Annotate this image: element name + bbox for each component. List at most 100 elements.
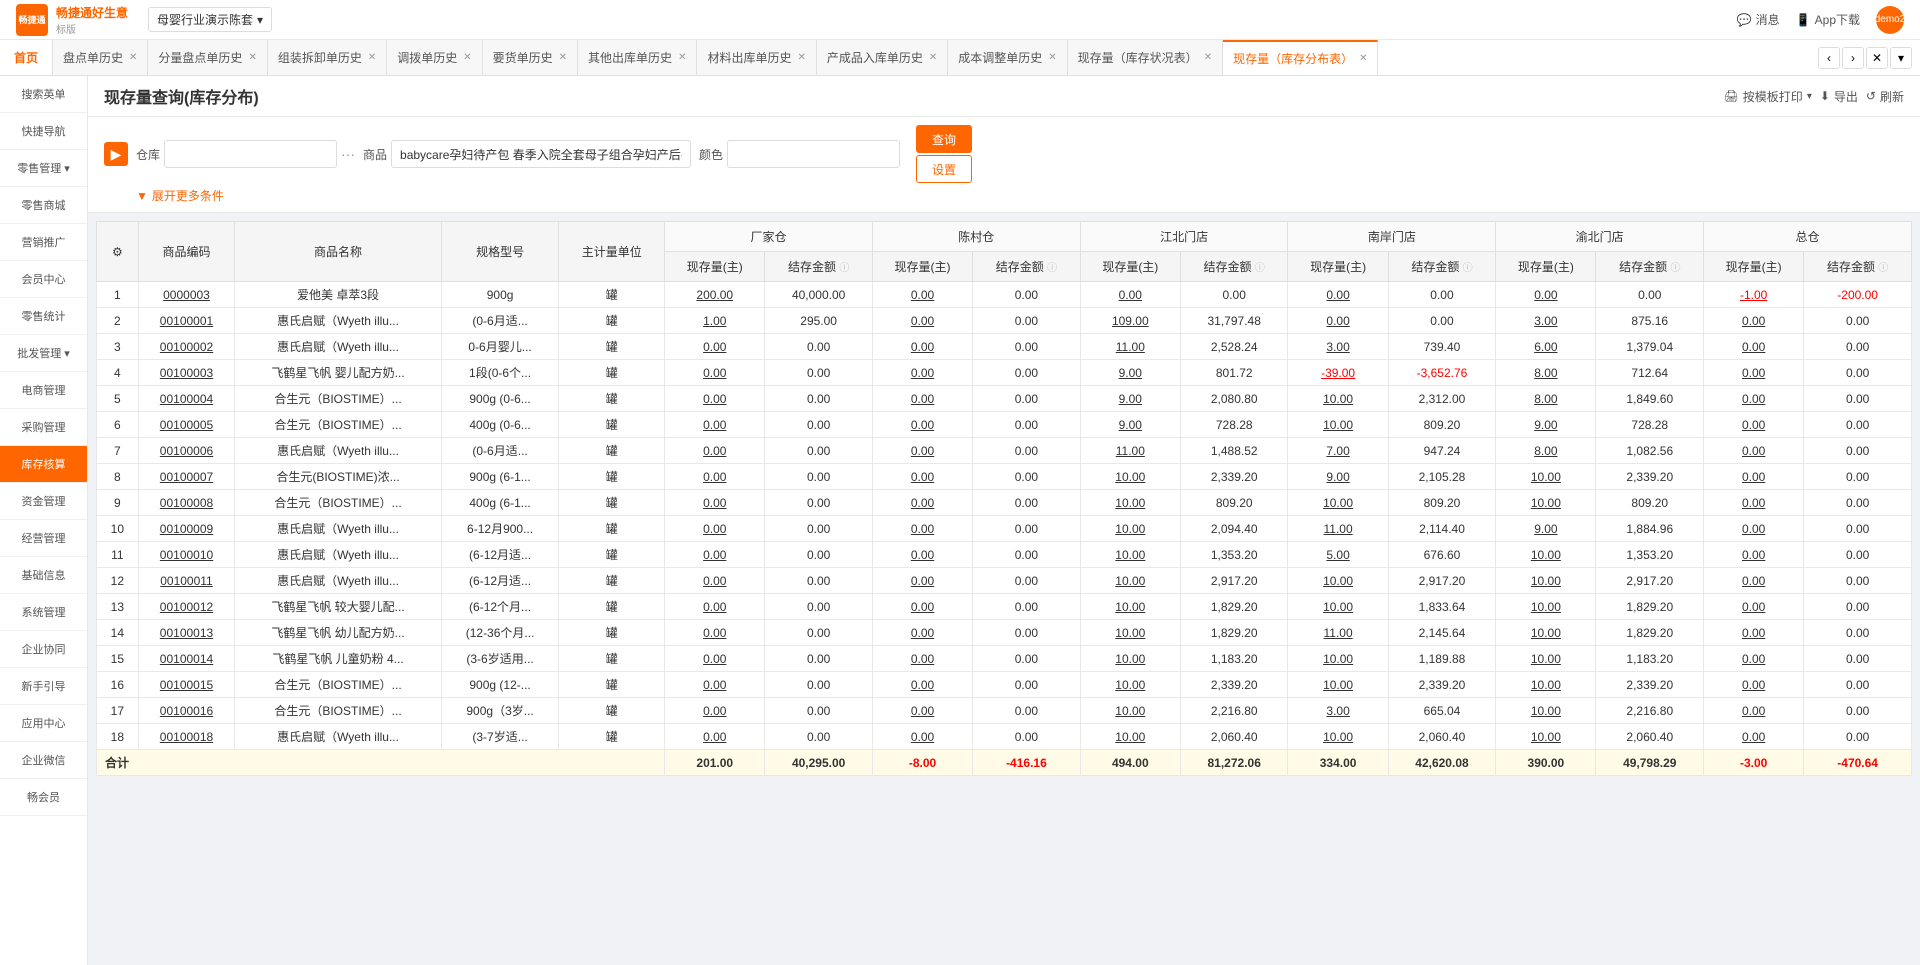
cell-code-row-8[interactable]: 00100007 [138, 464, 235, 490]
cell-factory-cur-row-1[interactable]: 200.00 [665, 282, 765, 308]
cell-total-cur-row-13[interactable]: 0.00 [1704, 594, 1804, 620]
cell-nanan-cur-row-9[interactable]: 10.00 [1288, 490, 1388, 516]
settings-btn[interactable]: 设置 [916, 155, 972, 183]
cell-factory-cur-row-10[interactable]: 0.00 [665, 516, 765, 542]
cell-nanan-cur-row-6[interactable]: 10.00 [1288, 412, 1388, 438]
cell-jiangbei-cur-row-3[interactable]: 11.00 [1080, 334, 1180, 360]
cell-jiangbei-cur-row-13[interactable]: 10.00 [1080, 594, 1180, 620]
cell-code-row-4[interactable]: 00100003 [138, 360, 235, 386]
cell-code-row-11[interactable]: 00100010 [138, 542, 235, 568]
sidebar-item-purchase[interactable]: 采购管理 [0, 409, 87, 446]
warehouse-ellipsis[interactable]: ··· [341, 146, 355, 162]
cell-code-row-12[interactable]: 00100011 [138, 568, 235, 594]
sidebar-item-retail_mgmt[interactable]: 零售管理 ▾ [0, 150, 87, 187]
cell-factory-cur-row-17[interactable]: 0.00 [665, 698, 765, 724]
cell-chengguan-cur-row-14[interactable]: 0.00 [872, 620, 972, 646]
sidebar-item-membership[interactable]: 会员中心 [0, 261, 87, 298]
warehouse-input[interactable] [164, 140, 337, 168]
sidebar-item-quicknav[interactable]: 快捷导航 [0, 113, 87, 150]
cell-chengguan-cur-row-2[interactable]: 0.00 [872, 308, 972, 334]
tab-product_in[interactable]: 产成品入库单历史✕ [817, 40, 948, 76]
cell-jiangbei-cur-row-8[interactable]: 10.00 [1080, 464, 1180, 490]
messages-btn[interactable]: 💬 消息 [1737, 11, 1780, 28]
sidebar-item-retail_stats[interactable]: 零售统计 [0, 298, 87, 335]
cell-code-row-13[interactable]: 00100012 [138, 594, 235, 620]
info-icon[interactable]: ⓘ [1878, 263, 1888, 274]
cell-chengguan-cur-row-3[interactable]: 0.00 [872, 334, 972, 360]
cell-nanan-cur-row-14[interactable]: 11.00 [1288, 620, 1388, 646]
cell-jiangbei-cur-row-11[interactable]: 10.00 [1080, 542, 1180, 568]
tab-assemble_dismantle[interactable]: 组装拆卸单历史✕ [268, 40, 387, 76]
cell-chengguan-cur-row-18[interactable]: 0.00 [872, 724, 972, 750]
tab-close-sub_inventory[interactable]: ✕ [248, 52, 256, 63]
sidebar-item-wholesale_mgmt[interactable]: 批发管理 ▾ [0, 335, 87, 372]
cell-jiangbei-cur-row-14[interactable]: 10.00 [1080, 620, 1180, 646]
sidebar-item-retail_mall[interactable]: 零售商城 [0, 187, 87, 224]
cell-yubei-cur-row-2[interactable]: 3.00 [1496, 308, 1596, 334]
cell-nanan-cur-row-7[interactable]: 7.00 [1288, 438, 1388, 464]
color-input[interactable] [727, 140, 900, 168]
cell-factory-cur-row-3[interactable]: 0.00 [665, 334, 765, 360]
cell-factory-cur-row-6[interactable]: 0.00 [665, 412, 765, 438]
cell-yubei-cur-row-15[interactable]: 10.00 [1496, 646, 1596, 672]
cell-total-cur-row-12[interactable]: 0.00 [1704, 568, 1804, 594]
cell-total-cur-row-11[interactable]: 0.00 [1704, 542, 1804, 568]
cell-code-row-9[interactable]: 00100008 [138, 490, 235, 516]
cell-yubei-cur-row-6[interactable]: 9.00 [1496, 412, 1596, 438]
cell-total-cur-row-7[interactable]: 0.00 [1704, 438, 1804, 464]
cell-total-cur-row-14[interactable]: 0.00 [1704, 620, 1804, 646]
cell-jiangbei-cur-row-15[interactable]: 10.00 [1080, 646, 1180, 672]
cell-code-row-14[interactable]: 00100013 [138, 620, 235, 646]
tab-inventory_single[interactable]: 盘点单历史✕ [53, 40, 148, 76]
cell-yubei-cur-row-16[interactable]: 10.00 [1496, 672, 1596, 698]
expand-btn[interactable]: ▼ 展开更多条件 [136, 187, 1904, 204]
sidebar-item-system[interactable]: 系统管理 [0, 594, 87, 631]
cell-yubei-cur-row-9[interactable]: 10.00 [1496, 490, 1596, 516]
cell-jiangbei-cur-row-7[interactable]: 11.00 [1080, 438, 1180, 464]
cell-yubei-cur-row-14[interactable]: 10.00 [1496, 620, 1596, 646]
sidebar-item-app_center[interactable]: 应用中心 [0, 705, 87, 742]
cell-jiangbei-cur-row-2[interactable]: 109.00 [1080, 308, 1180, 334]
refresh-btn[interactable]: ↺ 刷新 [1866, 88, 1904, 105]
cell-yubei-cur-row-4[interactable]: 8.00 [1496, 360, 1596, 386]
cell-total-cur-row-15[interactable]: 0.00 [1704, 646, 1804, 672]
cell-total-cur-row-4[interactable]: 0.00 [1704, 360, 1804, 386]
cell-nanan-cur-row-10[interactable]: 11.00 [1288, 516, 1388, 542]
cell-nanan-cur-row-8[interactable]: 9.00 [1288, 464, 1388, 490]
tab-close-product_in[interactable]: ✕ [929, 52, 937, 63]
sidebar-item-finance[interactable]: 资金管理 [0, 483, 87, 520]
cell-factory-cur-row-13[interactable]: 0.00 [665, 594, 765, 620]
tab-close-other_out[interactable]: ✕ [678, 52, 686, 63]
sidebar-item-wechat[interactable]: 企业微信 [0, 742, 87, 779]
cell-jiangbei-cur-row-12[interactable]: 10.00 [1080, 568, 1180, 594]
cell-factory-cur-row-2[interactable]: 1.00 [665, 308, 765, 334]
cell-total-cur-row-17[interactable]: 0.00 [1704, 698, 1804, 724]
tab-menu-btn[interactable]: ▾ [1890, 47, 1912, 69]
cell-jiangbei-cur-row-9[interactable]: 10.00 [1080, 490, 1180, 516]
tab-home[interactable]: 首页 [0, 40, 53, 76]
cell-factory-cur-row-4[interactable]: 0.00 [665, 360, 765, 386]
cell-jiangbei-cur-row-17[interactable]: 10.00 [1080, 698, 1180, 724]
cell-jiangbei-cur-row-16[interactable]: 10.00 [1080, 672, 1180, 698]
cell-total-cur-row-9[interactable]: 0.00 [1704, 490, 1804, 516]
cell-nanan-cur-row-3[interactable]: 3.00 [1288, 334, 1388, 360]
sidebar-item-operations[interactable]: 经营管理 [0, 520, 87, 557]
cell-factory-cur-row-5[interactable]: 0.00 [665, 386, 765, 412]
cell-factory-cur-row-18[interactable]: 0.00 [665, 724, 765, 750]
cell-total-cur-row-18[interactable]: 0.00 [1704, 724, 1804, 750]
cell-factory-cur-row-16[interactable]: 0.00 [665, 672, 765, 698]
cell-total-cur-row-8[interactable]: 0.00 [1704, 464, 1804, 490]
tab-cost_adjust[interactable]: 成本调整单历史✕ [948, 40, 1067, 76]
tab-prev-btn[interactable]: ‹ [1818, 47, 1840, 69]
cell-nanan-cur-row-1[interactable]: 0.00 [1288, 282, 1388, 308]
cell-chengguan-cur-row-8[interactable]: 0.00 [872, 464, 972, 490]
tab-close-inventory_single[interactable]: ✕ [129, 52, 137, 63]
cell-yubei-cur-row-17[interactable]: 10.00 [1496, 698, 1596, 724]
tab-next-btn[interactable]: › [1842, 47, 1864, 69]
tab-order_history[interactable]: 要货单历史✕ [483, 40, 578, 76]
cell-chengguan-cur-row-17[interactable]: 0.00 [872, 698, 972, 724]
cell-yubei-cur-row-10[interactable]: 9.00 [1496, 516, 1596, 542]
cell-nanan-cur-row-17[interactable]: 3.00 [1288, 698, 1388, 724]
cell-chengguan-cur-row-5[interactable]: 0.00 [872, 386, 972, 412]
orange-expand-btn[interactable]: ▶ [104, 142, 128, 166]
